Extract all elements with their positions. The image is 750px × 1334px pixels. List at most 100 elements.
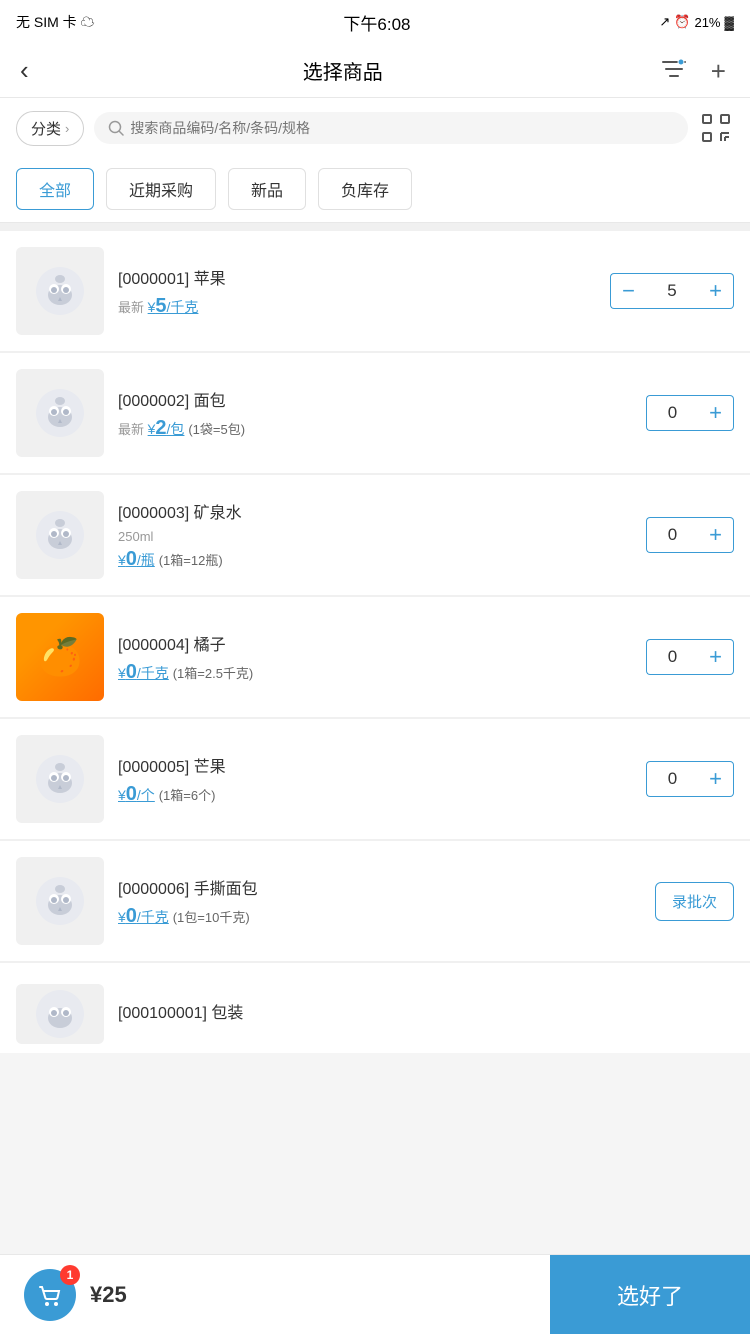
cart-section: 1 ¥25: [0, 1269, 550, 1321]
product-image-5: [16, 735, 104, 823]
owl-icon-1: [30, 261, 90, 321]
owl-icon-5: [30, 749, 90, 809]
product-name-3: [0000003] 矿泉水: [118, 499, 632, 523]
table-row: [0000001] 苹果 最新 ¥5/千克 − +: [0, 231, 750, 351]
battery-label: 21%: [694, 15, 720, 30]
bottom-bar: 1 ¥25 选好了: [0, 1254, 750, 1334]
tabs-row: 全部 近期采购 新品 负库存: [0, 158, 750, 223]
qty-control-5: +: [646, 761, 734, 797]
nav-bar: ‹ 选择商品 +: [0, 44, 750, 98]
product-name-6: [0000006] 手撕面包: [118, 875, 641, 899]
scan-icon: [701, 113, 731, 143]
qty-control-4: +: [646, 639, 734, 675]
product-list: [0000001] 苹果 最新 ¥5/千克 − +: [0, 231, 750, 1053]
product-image-3: [16, 491, 104, 579]
status-right: ↗ ⏰ 21% ▓: [659, 14, 734, 30]
chevron-right-icon: ›: [65, 121, 69, 136]
product-name-4: [0000004] 橘子: [118, 631, 632, 655]
filter-row: 分类 ›: [0, 98, 750, 158]
product-price-1: 最新 ¥5/千克: [118, 295, 596, 318]
table-row: [0000005] 芒果 ¥0/个 (1箱=6个) +: [0, 719, 750, 839]
table-row: 🍊 [0000004] 橘子 ¥0/千克 (1箱=2.5千克) +: [0, 597, 750, 717]
table-row: [0000003] 矿泉水 250ml ¥0/瓶 (1箱=12瓶) +: [0, 475, 750, 595]
qty-input-4[interactable]: [646, 639, 698, 675]
product-info-6: [0000006] 手撕面包 ¥0/千克 (1包=10千克): [118, 875, 641, 928]
cart-badge: 1: [60, 1265, 80, 1285]
category-label: 分类: [31, 118, 61, 139]
category-button[interactable]: 分类 ›: [16, 111, 84, 146]
product-price-2: 最新 ¥2/包 (1袋=5包): [118, 417, 632, 440]
product-info-5: [0000005] 芒果 ¥0/个 (1箱=6个): [118, 753, 632, 806]
qty-control-1: − +: [610, 273, 734, 309]
qty-minus-button-1[interactable]: −: [610, 273, 646, 309]
qty-plus-button-5[interactable]: +: [698, 761, 734, 797]
qty-input-2[interactable]: [646, 395, 698, 431]
qty-input-3[interactable]: [646, 517, 698, 553]
search-box: [94, 112, 688, 144]
sim-label: 无 SIM 卡 ☁: [16, 12, 95, 32]
cart-icon: [36, 1281, 64, 1309]
product-price-6: ¥0/千克 (1包=10千克): [118, 905, 641, 928]
nav-right: +: [657, 54, 730, 88]
product-image-7: [16, 984, 104, 1044]
tab-recent[interactable]: 近期采购: [106, 168, 216, 210]
product-info-4: [0000004] 橘子 ¥0/千克 (1箱=2.5千克): [118, 631, 632, 684]
tab-negative[interactable]: 负库存: [318, 168, 412, 210]
qty-input-1[interactable]: [646, 273, 698, 309]
product-name-7: [000100001] 包装: [118, 999, 734, 1023]
qty-input-5[interactable]: [646, 761, 698, 797]
owl-icon-3: [30, 505, 90, 565]
product-image-1: [16, 247, 104, 335]
product-info-2: [0000002] 面包 最新 ¥2/包 (1袋=5包): [118, 387, 632, 440]
page-title: 选择商品: [303, 56, 383, 85]
product-price-3: ¥0/瓶 (1箱=12瓶): [118, 548, 632, 571]
search-input[interactable]: [130, 120, 674, 136]
status-time: 下午6:08: [343, 10, 410, 35]
product-info-1: [0000001] 苹果 最新 ¥5/千克: [118, 265, 596, 318]
status-bar: 无 SIM 卡 ☁ 下午6:08 ↗ ⏰ 21% ▓: [0, 0, 750, 44]
scan-button[interactable]: [698, 110, 734, 146]
filter-button[interactable]: [657, 54, 691, 87]
product-info-3: [0000003] 矿泉水 250ml ¥0/瓶 (1箱=12瓶): [118, 499, 632, 571]
product-name-5: [0000005] 芒果: [118, 753, 632, 777]
cart-total: ¥25: [90, 1282, 127, 1308]
owl-icon-6: [30, 871, 90, 931]
batch-button-6[interactable]: 录批次: [655, 882, 734, 921]
add-button[interactable]: +: [707, 54, 730, 88]
battery-icon: ▓: [725, 15, 734, 30]
list-divider: [0, 223, 750, 231]
orange-emoji: 🍊: [38, 636, 83, 678]
confirm-button[interactable]: 选好了: [550, 1255, 750, 1334]
qty-control-3: +: [646, 517, 734, 553]
back-button[interactable]: ‹: [20, 55, 29, 86]
qty-plus-button-4[interactable]: +: [698, 639, 734, 675]
qty-plus-button-2[interactable]: +: [698, 395, 734, 431]
search-icon: [108, 120, 124, 136]
tab-all[interactable]: 全部: [16, 168, 94, 210]
product-image-2: [16, 369, 104, 457]
cart-icon-wrap[interactable]: 1: [24, 1269, 76, 1321]
product-image-6: [16, 857, 104, 945]
table-row: [0000006] 手撕面包 ¥0/千克 (1包=10千克) 录批次: [0, 841, 750, 961]
product-image-4: 🍊: [16, 613, 104, 701]
product-price-5: ¥0/个 (1箱=6个): [118, 783, 632, 806]
filter-icon: [661, 58, 687, 80]
tab-new[interactable]: 新品: [228, 168, 306, 210]
product-info-7: [000100001] 包装: [118, 999, 734, 1029]
nav-left: ‹: [20, 55, 29, 86]
owl-icon-2: [30, 383, 90, 443]
product-price-4: ¥0/千克 (1箱=2.5千克): [118, 661, 632, 684]
bottom-spacer: [0, 1055, 750, 1135]
qty-control-2: +: [646, 395, 734, 431]
status-left: 无 SIM 卡 ☁: [16, 12, 95, 32]
qty-plus-button-1[interactable]: +: [698, 273, 734, 309]
owl-icon-7: [30, 984, 90, 1044]
table-row: [000100001] 包装: [0, 963, 750, 1053]
product-spec-3: 250ml: [118, 529, 632, 544]
location-icon: ↗: [659, 14, 670, 30]
table-row: [0000002] 面包 最新 ¥2/包 (1袋=5包) +: [0, 353, 750, 473]
alarm-icon: ⏰: [674, 14, 690, 30]
product-name-1: [0000001] 苹果: [118, 265, 596, 289]
qty-plus-button-3[interactable]: +: [698, 517, 734, 553]
product-name-2: [0000002] 面包: [118, 387, 632, 411]
